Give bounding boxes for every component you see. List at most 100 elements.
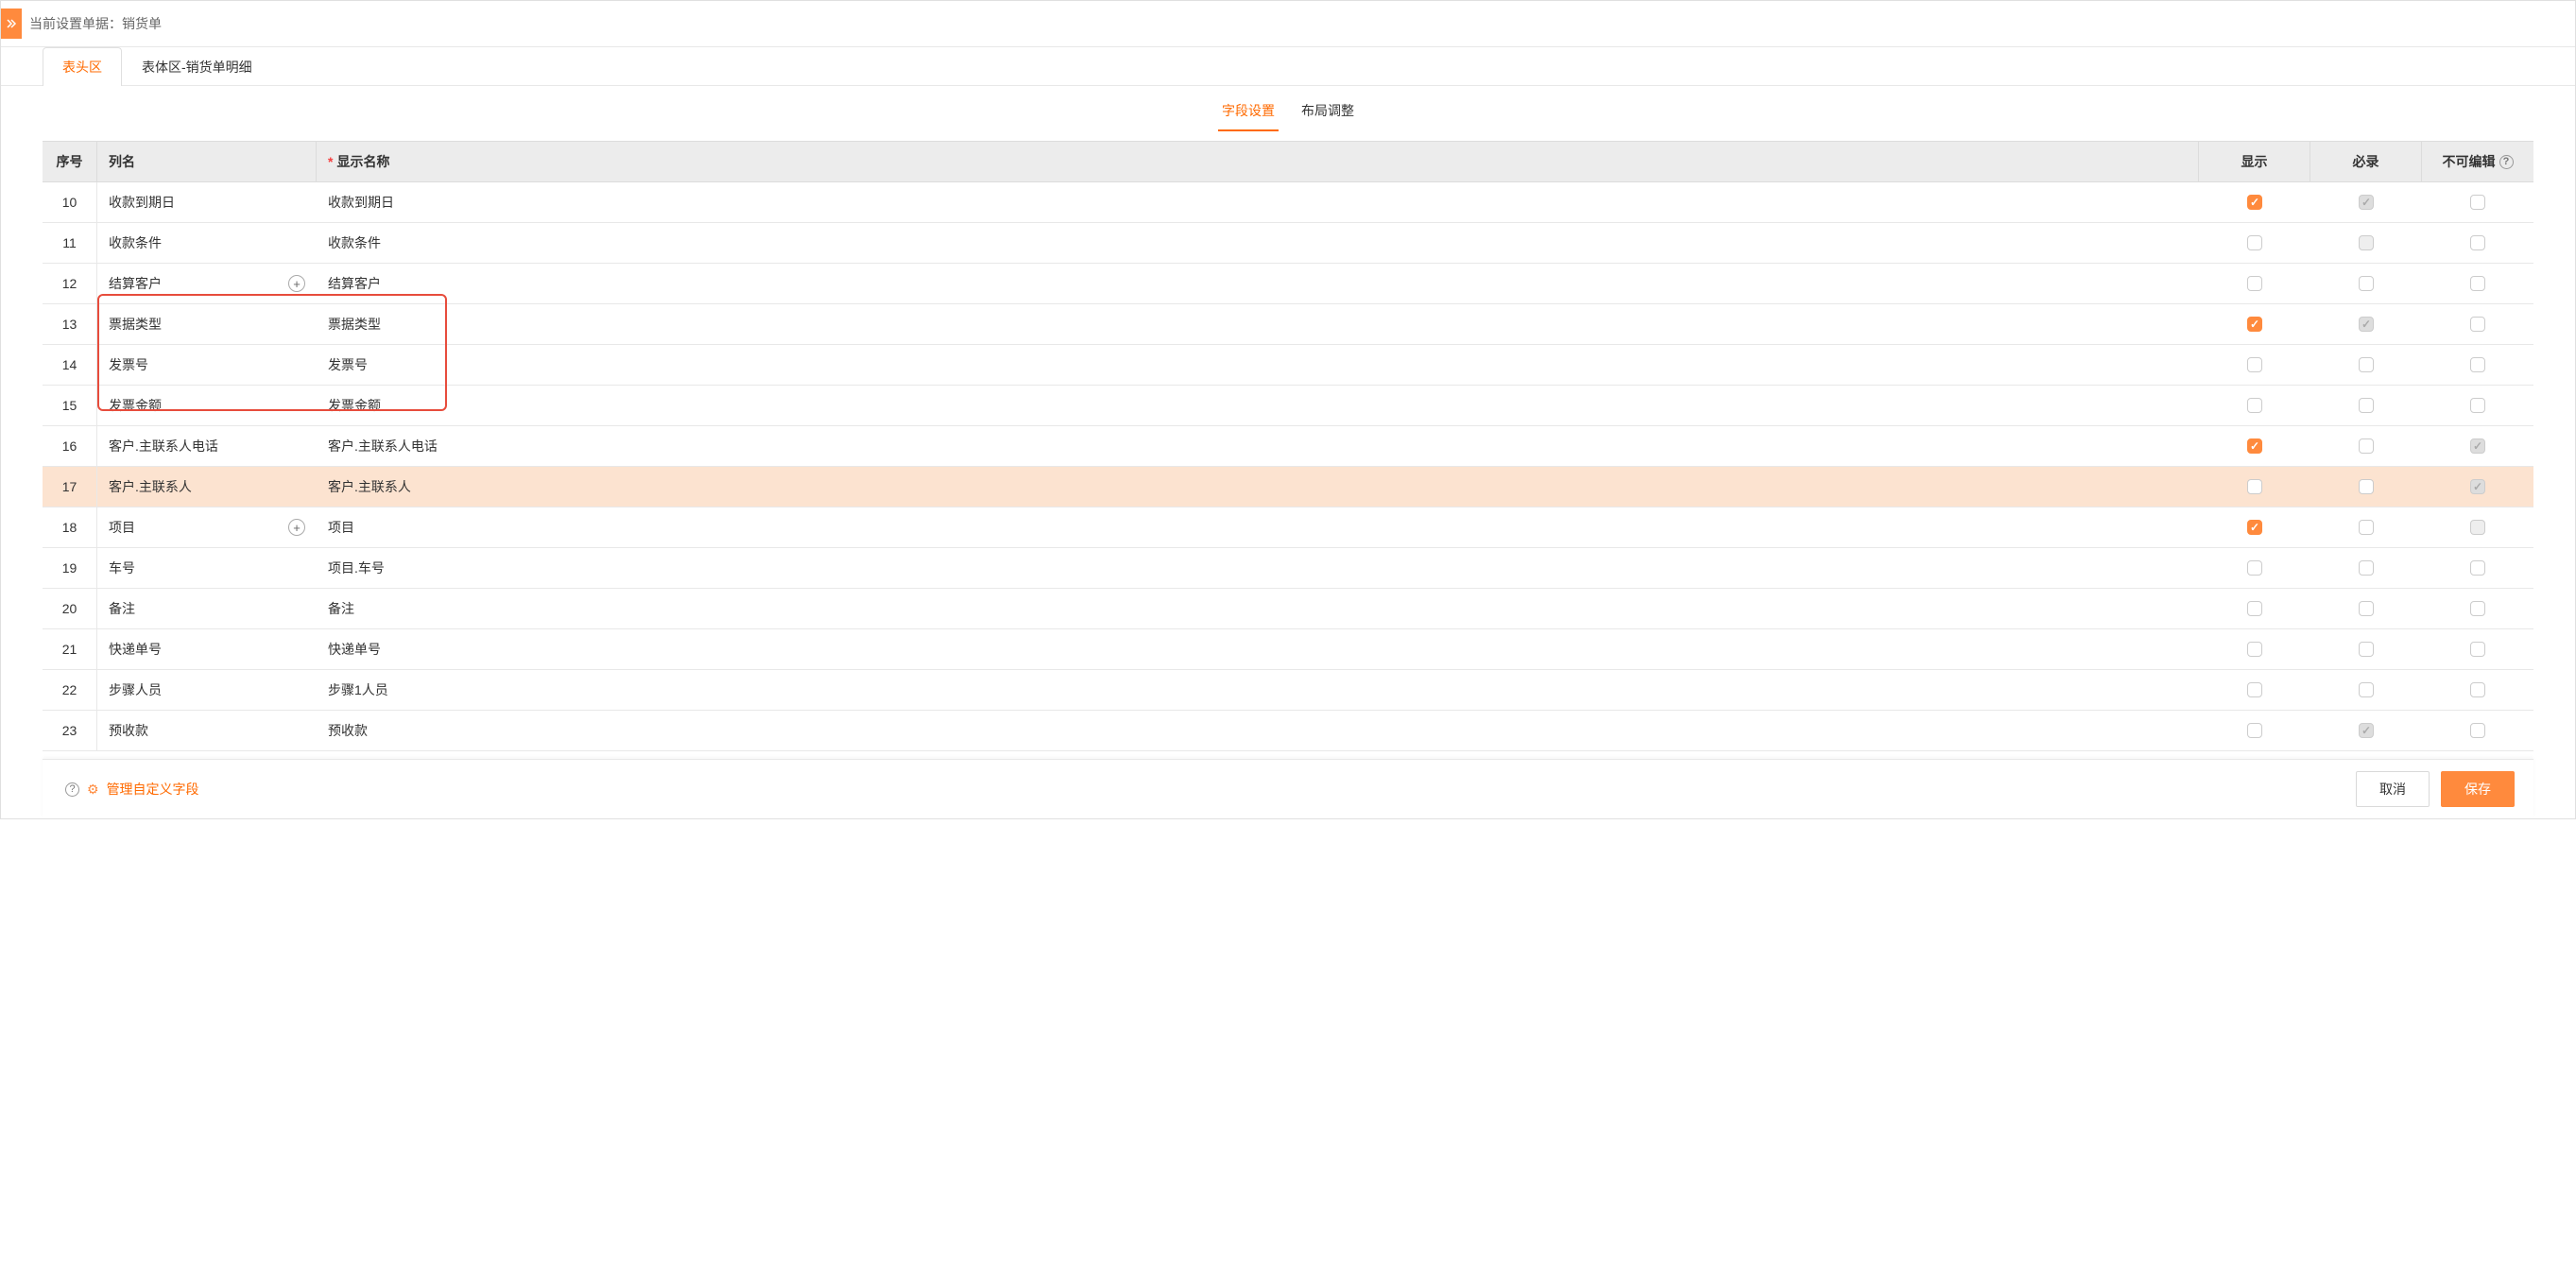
checkbox-readonly[interactable] xyxy=(2470,682,2485,697)
checkbox-readonly xyxy=(2470,479,2485,494)
checkbox-show[interactable] xyxy=(2247,438,2262,454)
cell-display[interactable]: 快递单号 xyxy=(317,629,2199,669)
sub-tab-0[interactable]: 字段设置 xyxy=(1218,101,1279,131)
checkbox-required[interactable] xyxy=(2359,438,2374,454)
cell-display[interactable]: 步骤1人员 xyxy=(317,670,2199,710)
cell-display[interactable]: 发票号 xyxy=(317,345,2199,385)
checkbox-readonly[interactable] xyxy=(2470,357,2485,372)
header-bar: 当前设置单据： 销货单 xyxy=(1,1,2575,47)
checkbox-show[interactable] xyxy=(2247,642,2262,657)
expand-sidebar-icon[interactable] xyxy=(1,9,22,39)
cell-display[interactable]: 备注 xyxy=(317,589,2199,628)
cell-name: 收款到期日 xyxy=(97,182,317,222)
checkbox-show[interactable] xyxy=(2247,723,2262,738)
checkbox-show[interactable] xyxy=(2247,235,2262,250)
cell-display[interactable]: 发票金额 xyxy=(317,386,2199,425)
checkbox-show[interactable] xyxy=(2247,317,2262,332)
checkbox-required[interactable] xyxy=(2359,601,2374,616)
cell-display[interactable]: 结算客户 xyxy=(317,264,2199,303)
save-button[interactable]: 保存 xyxy=(2441,771,2515,807)
cell-required xyxy=(2310,507,2422,547)
checkbox-show[interactable] xyxy=(2247,479,2262,494)
checkbox-required[interactable] xyxy=(2359,520,2374,535)
cell-show xyxy=(2199,711,2310,750)
cell-seq: 22 xyxy=(43,670,97,710)
cell-readonly xyxy=(2422,670,2533,710)
help-icon[interactable]: ? xyxy=(2499,155,2514,169)
th-show: 显示 xyxy=(2199,142,2310,181)
cell-display[interactable]: 票据类型 xyxy=(317,304,2199,344)
checkbox-required[interactable] xyxy=(2359,682,2374,697)
checkbox-required[interactable] xyxy=(2359,479,2374,494)
cell-display[interactable]: 预收款 xyxy=(317,711,2199,750)
cell-readonly xyxy=(2422,467,2533,507)
table-row: 15发票金额发票金额 xyxy=(43,386,2533,426)
add-icon[interactable]: + xyxy=(288,519,305,536)
checkbox-readonly[interactable] xyxy=(2470,723,2485,738)
cell-readonly xyxy=(2422,589,2533,628)
checkbox-required[interactable] xyxy=(2359,398,2374,413)
checkbox-readonly[interactable] xyxy=(2470,398,2485,413)
checkbox-required xyxy=(2359,723,2374,738)
checkbox-required[interactable] xyxy=(2359,560,2374,576)
checkbox-show[interactable] xyxy=(2247,682,2262,697)
checkbox-readonly xyxy=(2470,520,2485,535)
checkbox-required[interactable] xyxy=(2359,276,2374,291)
cell-readonly xyxy=(2422,629,2533,669)
cell-display[interactable]: 项目.车号 xyxy=(317,548,2199,588)
tab-main-1[interactable]: 表体区-销货单明细 xyxy=(122,47,272,86)
cell-show xyxy=(2199,589,2310,628)
cell-name: 票据类型 xyxy=(97,304,317,344)
table-header: 序号 列名 * 显示名称 显示 必录 不可编辑 ? xyxy=(43,141,2533,182)
checkbox-readonly[interactable] xyxy=(2470,642,2485,657)
cell-display[interactable]: 客户.主联系人电话 xyxy=(317,426,2199,466)
cell-name: 车号 xyxy=(97,548,317,588)
table-row: 14发票号发票号 xyxy=(43,345,2533,386)
table-row: 20备注备注 xyxy=(43,589,2533,629)
cell-readonly xyxy=(2422,345,2533,385)
table-row: 22步骤人员步骤1人员 xyxy=(43,670,2533,711)
cell-display[interactable]: 收款到期日 xyxy=(317,182,2199,222)
footer-help-icon[interactable]: ? xyxy=(65,782,79,797)
cell-readonly xyxy=(2422,264,2533,303)
custom-field-link[interactable]: 管理自定义字段 xyxy=(107,780,199,799)
cell-name: 备注 xyxy=(97,589,317,628)
cell-seq: 21 xyxy=(43,629,97,669)
cell-display[interactable]: 收款条件 xyxy=(317,223,2199,263)
cell-show xyxy=(2199,386,2310,425)
main-tabs: 表头区表体区-销货单明细 xyxy=(1,47,2575,86)
checkbox-show[interactable] xyxy=(2247,398,2262,413)
cell-show xyxy=(2199,223,2310,263)
cell-name: 客户.主联系人电话 xyxy=(97,426,317,466)
cell-show xyxy=(2199,670,2310,710)
th-readonly-text: 不可编辑 xyxy=(2443,152,2496,171)
cell-display[interactable]: 客户.主联系人 xyxy=(317,467,2199,507)
checkbox-readonly[interactable] xyxy=(2470,235,2485,250)
cell-show xyxy=(2199,548,2310,588)
checkbox-readonly[interactable] xyxy=(2470,195,2485,210)
add-icon[interactable]: + xyxy=(288,275,305,292)
checkbox-required[interactable] xyxy=(2359,357,2374,372)
cell-readonly xyxy=(2422,182,2533,222)
checkbox-required[interactable] xyxy=(2359,642,2374,657)
checkbox-show[interactable] xyxy=(2247,195,2262,210)
tab-main-0[interactable]: 表头区 xyxy=(43,47,122,86)
checkbox-show[interactable] xyxy=(2247,560,2262,576)
sub-tab-1[interactable]: 布局调整 xyxy=(1297,101,1358,131)
cell-show xyxy=(2199,426,2310,466)
checkbox-readonly[interactable] xyxy=(2470,276,2485,291)
footer-left: ? ⚙ 管理自定义字段 xyxy=(61,780,199,799)
cell-required xyxy=(2310,426,2422,466)
cell-readonly xyxy=(2422,386,2533,425)
checkbox-show[interactable] xyxy=(2247,276,2262,291)
table-row: 11收款条件收款条件 xyxy=(43,223,2533,264)
cell-name: 项目+ xyxy=(97,507,317,547)
cancel-button[interactable]: 取消 xyxy=(2356,771,2430,807)
checkbox-show[interactable] xyxy=(2247,520,2262,535)
checkbox-show[interactable] xyxy=(2247,357,2262,372)
checkbox-readonly[interactable] xyxy=(2470,601,2485,616)
cell-display[interactable]: 项目 xyxy=(317,507,2199,547)
checkbox-readonly[interactable] xyxy=(2470,317,2485,332)
checkbox-readonly[interactable] xyxy=(2470,560,2485,576)
checkbox-show[interactable] xyxy=(2247,601,2262,616)
